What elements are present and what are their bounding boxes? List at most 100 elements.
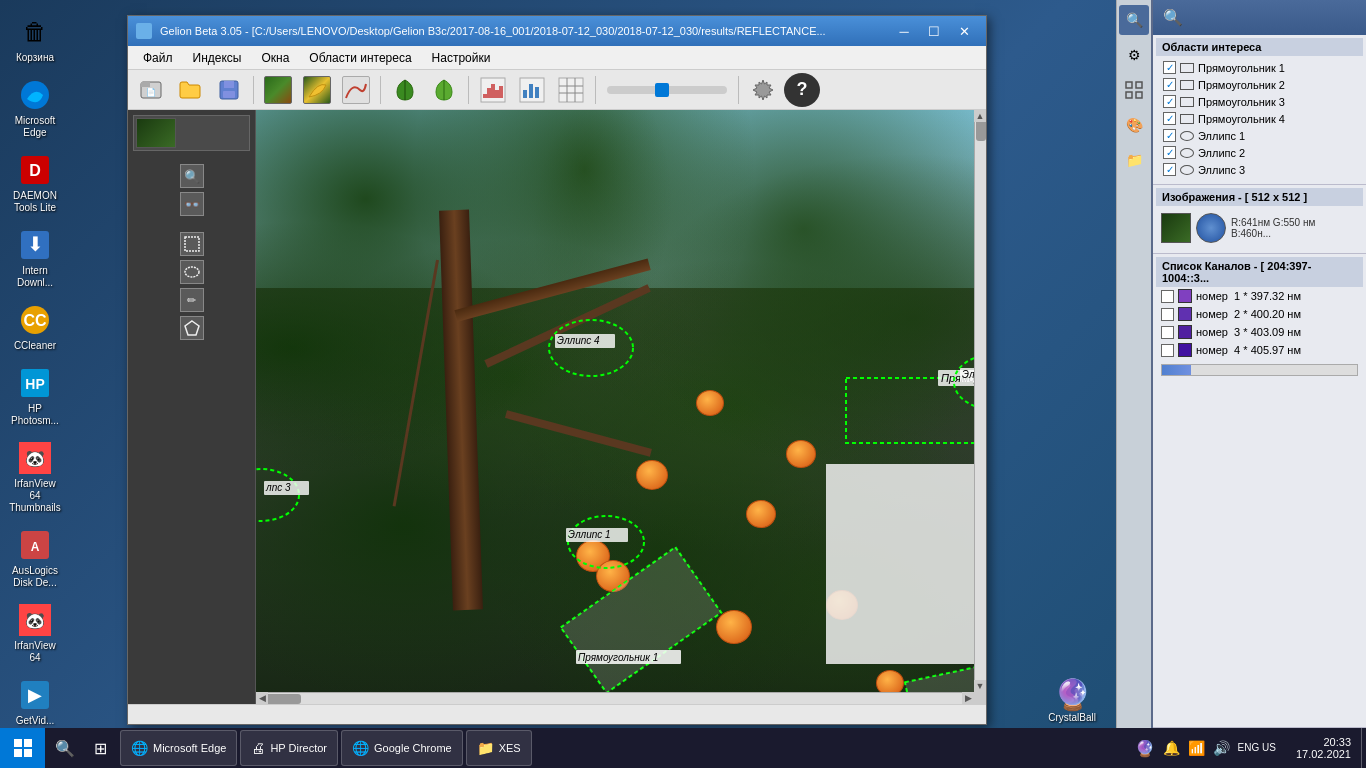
roi-item-rect2[interactable]: ✓ Прямоугольник 2 xyxy=(1159,76,1360,93)
icon-edge[interactable]: Microsoft Edge xyxy=(5,73,65,143)
tool-magnify[interactable]: 🔍 xyxy=(180,164,204,188)
taskbar-xes[interactable]: 📁 XES xyxy=(466,730,532,766)
roi-checkbox-ellipse1[interactable]: ✓ xyxy=(1163,129,1176,142)
thumb-item-active[interactable] xyxy=(133,115,250,151)
icon-hp[interactable]: HP HP Photosm... xyxy=(5,361,65,431)
close-button[interactable]: ✕ xyxy=(950,20,978,42)
grid-right-btn[interactable] xyxy=(1119,75,1149,105)
icon-getvid[interactable]: ▶ GetVid... xyxy=(5,673,65,731)
tool-glasses[interactable]: 👓 xyxy=(180,192,204,216)
channel-checkbox-2[interactable] xyxy=(1161,308,1174,321)
svg-text:▶: ▶ xyxy=(28,685,42,705)
channel-item-3[interactable]: номер 3 * 403.09 нм xyxy=(1156,323,1363,341)
folder-right-btn[interactable]: 📁 xyxy=(1119,145,1149,175)
notification-icon[interactable]: 🔔 xyxy=(1163,740,1180,756)
settings-right-btn[interactable]: ⚙ xyxy=(1119,40,1149,70)
taskbar-search[interactable]: 🔍 xyxy=(50,733,80,763)
roi-checkbox-rect3[interactable]: ✓ xyxy=(1163,95,1176,108)
taskbar-clock[interactable]: 20:33 17.02.2021 xyxy=(1286,736,1361,760)
tool-polygon[interactable] xyxy=(180,316,204,340)
toolbar-table[interactable] xyxy=(553,73,589,107)
icon-auslogics[interactable]: A AusLogics Disk De... xyxy=(5,523,65,593)
right-panel-header: 🔍 xyxy=(1153,0,1366,35)
channel-item-4[interactable]: номер 4 * 405.97 нм xyxy=(1156,341,1363,359)
roi-checkbox-ellipse3[interactable]: ✓ xyxy=(1163,163,1176,176)
edge-label: Microsoft Edge xyxy=(9,115,61,139)
search-icon-top[interactable]: 🔍 xyxy=(1163,8,1183,27)
scrollbar-horizontal[interactable] xyxy=(256,692,974,704)
taskbar-hp[interactable]: 🖨 HP Director xyxy=(240,730,338,766)
toolbar-leaf2[interactable] xyxy=(426,73,462,107)
image-display-area[interactable]: Прямоугольник 4 Эллипс 4 Эллипс 5 xyxy=(256,110,986,704)
roi-item-ellipse1[interactable]: ✓ Эллипс 1 xyxy=(1159,127,1360,144)
channel-item-2[interactable]: номер 2 * 400.20 нм xyxy=(1156,305,1363,323)
channel-checkbox-3[interactable] xyxy=(1161,326,1174,339)
toolbar-settings[interactable] xyxy=(745,73,781,107)
roi-checkbox-ellipse2[interactable]: ✓ xyxy=(1163,146,1176,159)
roi-ellipse1-group[interactable]: Эллипс 1 xyxy=(566,516,644,568)
taskbar-task-view[interactable]: ⊞ xyxy=(85,733,115,763)
roi-checkbox-rect2[interactable]: ✓ xyxy=(1163,78,1176,91)
volume-icon[interactable]: 🔊 xyxy=(1213,740,1230,756)
toolbar-open[interactable]: 📄 xyxy=(133,73,169,107)
restore-button[interactable]: ☐ xyxy=(920,20,948,42)
toolbar-slider[interactable] xyxy=(607,86,727,94)
toolbar-curve[interactable] xyxy=(338,73,374,107)
roi-ellipse4-group[interactable]: Эллипс 4 xyxy=(549,320,633,376)
channel-checkbox-1[interactable] xyxy=(1161,290,1174,303)
channel-item-1[interactable]: номер 1 * 397.32 нм xyxy=(1156,287,1363,305)
icon-irfanview[interactable]: 🐼 IrfanView 64 xyxy=(5,598,65,668)
show-desktop-button[interactable] xyxy=(1361,728,1366,768)
color-right-btn[interactable]: 🎨 xyxy=(1119,110,1149,140)
channel-checkbox-4[interactable] xyxy=(1161,344,1174,357)
toolbar-img1[interactable] xyxy=(260,73,296,107)
toolbar-barchart[interactable] xyxy=(514,73,550,107)
scroll-down-arrow[interactable]: ▼ xyxy=(974,680,986,692)
scroll-right-arrow[interactable]: ▶ xyxy=(962,692,974,704)
search-right-btn[interactable]: 🔍 xyxy=(1119,5,1149,35)
menu-indexes[interactable]: Индексы xyxy=(183,48,252,68)
svg-text:🐼: 🐼 xyxy=(25,449,45,468)
menu-settings[interactable]: Настройки xyxy=(422,48,501,68)
menu-file[interactable]: Файл xyxy=(133,48,183,68)
roi-label-rect2: Прямоугольник 2 xyxy=(1198,79,1285,91)
scrollbar-vertical[interactable] xyxy=(974,110,986,692)
icon-recycle-bin[interactable]: 🗑 Корзина xyxy=(5,10,65,68)
roi-item-rect1[interactable]: ✓ Прямоугольник 1 xyxy=(1159,59,1360,76)
channel-progress[interactable] xyxy=(1161,364,1358,376)
crystalball-desktop-icon[interactable]: 🔮 CrystalBall xyxy=(1048,677,1096,723)
keyboard-lang[interactable]: ENG US xyxy=(1238,742,1276,754)
icon-daemon-tools[interactable]: D DAEMON Tools Lite xyxy=(5,148,65,218)
toolbar-img2[interactable] xyxy=(299,73,335,107)
roi-type-rect-icon xyxy=(1180,63,1194,73)
start-button[interactable] xyxy=(0,728,45,768)
toolbar-save[interactable] xyxy=(211,73,247,107)
roi-checkbox-rect1[interactable]: ✓ xyxy=(1163,61,1176,74)
taskbar-edge[interactable]: 🌐 Microsoft Edge xyxy=(120,730,237,766)
icon-irfanview-thumbs[interactable]: 🐼 IrfanView 64 Thumbnails xyxy=(5,436,65,518)
toolbar-help[interactable]: ? xyxy=(784,73,820,107)
roi-item-ellipse3[interactable]: ✓ Эллипс 3 xyxy=(1159,161,1360,178)
menu-windows[interactable]: Окна xyxy=(251,48,299,68)
scroll-left-arrow[interactable]: ◀ xyxy=(256,692,268,704)
scroll-up-arrow[interactable]: ▲ xyxy=(974,110,986,122)
tool-select-rect[interactable] xyxy=(180,232,204,256)
tool-select-ellipse[interactable] xyxy=(180,260,204,284)
toolbar-leaf1[interactable] xyxy=(387,73,423,107)
toolbar-folder[interactable] xyxy=(172,73,208,107)
roi-item-rect3[interactable]: ✓ Прямоугольник 3 xyxy=(1159,93,1360,110)
menu-roi[interactable]: Области интереса xyxy=(299,48,421,68)
toolbar-histogram[interactable] xyxy=(475,73,511,107)
icon-ccleaner[interactable]: CC CCleaner xyxy=(5,298,65,356)
network-icon[interactable]: 📶 xyxy=(1188,740,1205,756)
roi-item-rect4[interactable]: ✓ Прямоугольник 4 xyxy=(1159,110,1360,127)
svg-rect-40 xyxy=(529,84,533,98)
tool-pen[interactable]: ✏ xyxy=(180,288,204,312)
minimize-button[interactable]: ─ xyxy=(890,20,918,42)
roi-item-ellipse2[interactable]: ✓ Эллипс 2 xyxy=(1159,144,1360,161)
app-icon xyxy=(136,23,152,39)
taskbar-tray: 🔮 🔔 📶 🔊 ENG US xyxy=(1125,739,1286,758)
icon-intern-download[interactable]: ⬇ Intern Downl... xyxy=(5,223,65,293)
roi-checkbox-rect4[interactable]: ✓ xyxy=(1163,112,1176,125)
taskbar-chrome[interactable]: 🌐 Google Chrome xyxy=(341,730,463,766)
